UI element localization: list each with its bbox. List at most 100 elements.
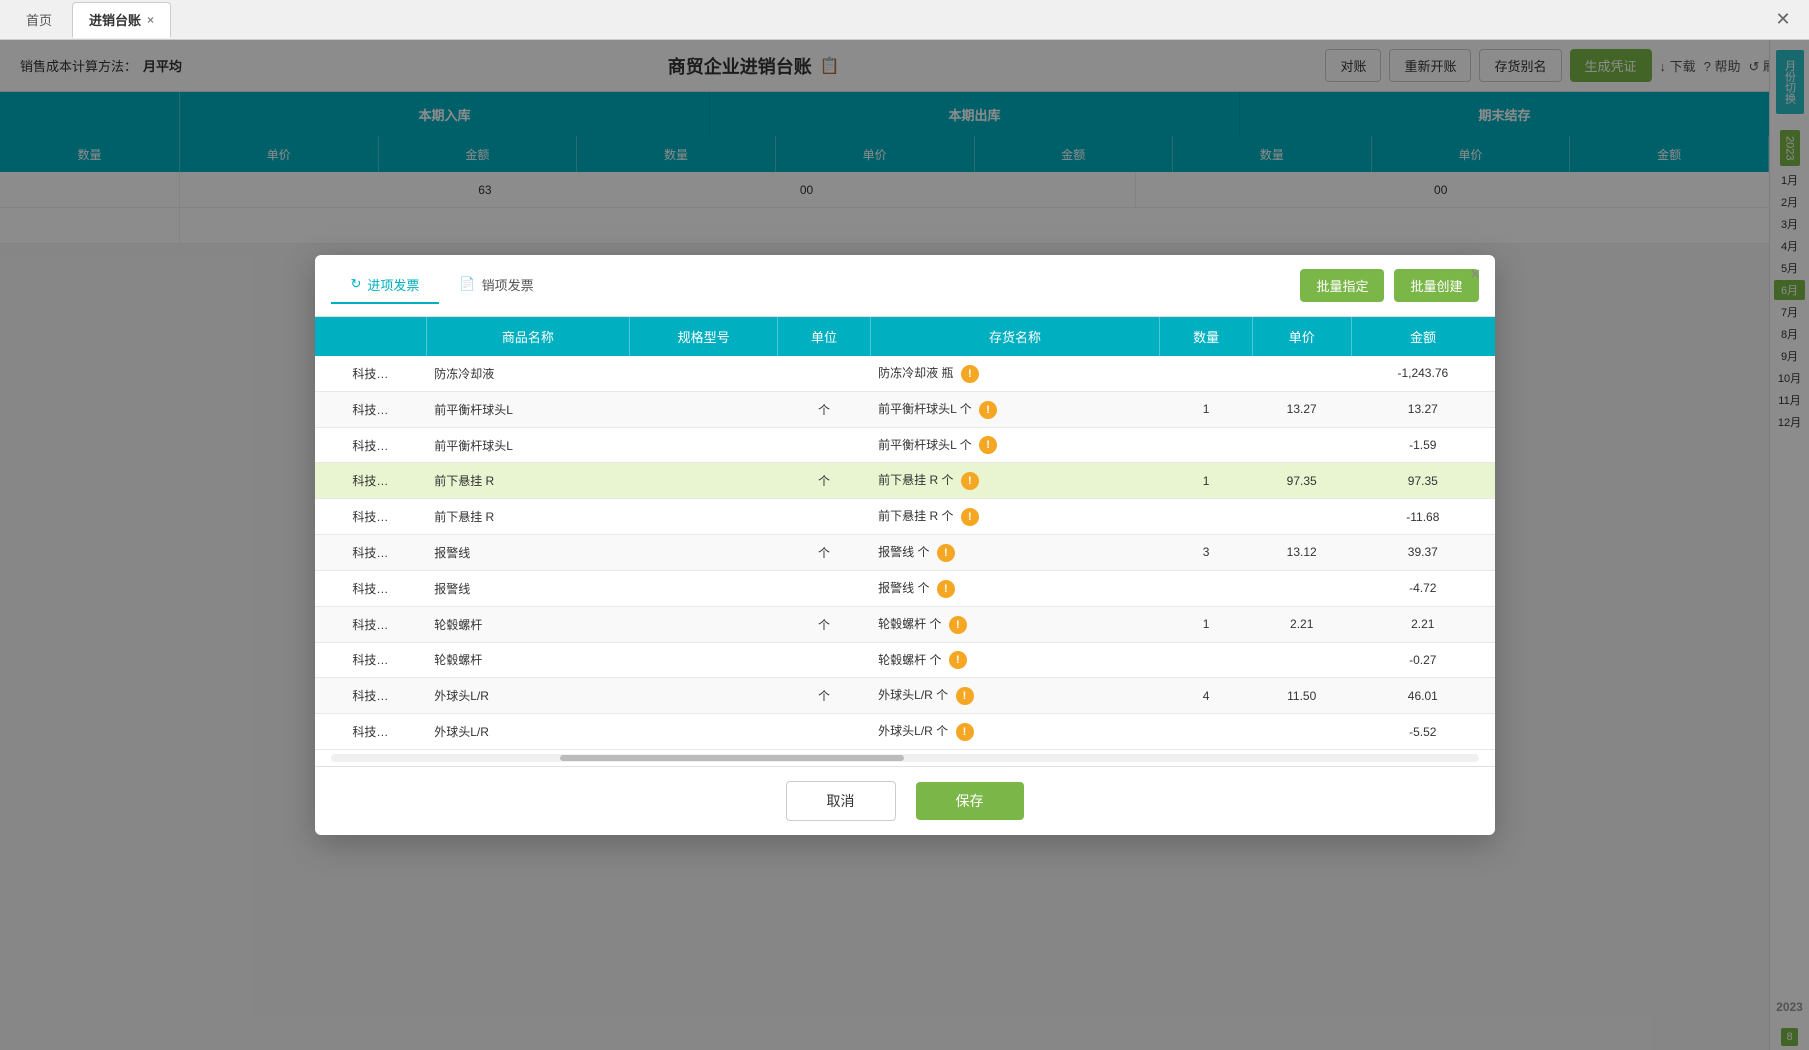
cell-amount: -1,243.76 <box>1351 356 1494 391</box>
window-close-button[interactable]: ✕ <box>1767 4 1799 36</box>
cell-product-name: 前下悬挂 R <box>426 499 629 535</box>
warning-icon: ! <box>979 436 997 454</box>
warning-icon: ! <box>949 616 967 634</box>
purchase-tab-icon: ↻ <box>351 276 362 292</box>
cell-amount: -5.52 <box>1351 714 1494 750</box>
table-row: 科技… 轮毂螺杆 个 轮毂螺杆 个 ! 1 2.21 2.21 <box>315 606 1495 642</box>
col-header-spec: 规格型号 <box>630 317 778 356</box>
cell-unit <box>778 714 870 750</box>
cell-company: 科技… <box>315 642 427 678</box>
cell-company: 科技… <box>315 427 427 463</box>
cell-product-name: 前平衡杆球头L <box>426 391 629 427</box>
tab-purchase-invoice[interactable]: ↻ 进项发票 <box>331 267 440 304</box>
cell-spec <box>630 642 778 678</box>
cancel-button[interactable]: 取消 <box>786 781 896 821</box>
cell-inventory-name: 前下悬挂 R 个 ! <box>870 463 1160 499</box>
warning-icon: ! <box>937 580 955 598</box>
cell-amount: -1.59 <box>1351 427 1494 463</box>
cell-company: 科技… <box>315 499 427 535</box>
dialog-header: ↻ 进项发票 📄 销项发票 批量指定 批量创建 × <box>315 255 1495 317</box>
cell-spec <box>630 535 778 571</box>
cell-unit-price <box>1252 570 1351 606</box>
cell-unit <box>778 642 870 678</box>
cell-product-name: 报警线 <box>426 570 629 606</box>
cell-inventory-name: 前下悬挂 R 个 ! <box>870 499 1160 535</box>
cell-company: 科技… <box>315 535 427 571</box>
batch-create-button[interactable]: 批量创建 <box>1394 269 1478 302</box>
sales-tab-icon: 📄 <box>459 276 475 292</box>
cell-amount: 39.37 <box>1351 535 1494 571</box>
table-row: 科技… 防冻冷却液 防冻冷却液 瓶 ! -1,243.76 <box>315 356 1495 391</box>
cell-qty: 1 <box>1160 391 1252 427</box>
scroll-hint[interactable] <box>331 754 1479 762</box>
warning-icon: ! <box>979 401 997 419</box>
cell-unit <box>778 570 870 606</box>
cell-product-name: 防冻冷却液 <box>426 356 629 391</box>
warning-icon: ! <box>956 687 974 705</box>
cell-unit <box>778 427 870 463</box>
cell-unit-price <box>1252 714 1351 750</box>
dialog: ↻ 进项发票 📄 销项发票 批量指定 批量创建 × <box>315 255 1495 835</box>
warning-icon: ! <box>961 365 979 383</box>
table-row: 科技… 报警线 报警线 个 ! -4.72 <box>315 570 1495 606</box>
col-header-unit-price: 单价 <box>1252 317 1351 356</box>
cell-unit-price: 13.27 <box>1252 391 1351 427</box>
cell-company: 科技… <box>315 356 427 391</box>
warning-icon: ! <box>956 723 974 741</box>
cell-unit: 个 <box>778 463 870 499</box>
table-row: 科技… 前下悬挂 R 个 前下悬挂 R 个 ! 1 97.35 97.35 <box>315 463 1495 499</box>
cell-unit-price: 2.21 <box>1252 606 1351 642</box>
cell-unit-price: 11.50 <box>1252 678 1351 714</box>
cell-product-name: 轮毂螺杆 <box>426 642 629 678</box>
main-area: 销售成本计算方法： 月平均 商贸企业进销台账 📋 对账 重新开账 存货别名 生成… <box>0 40 1809 1050</box>
cell-unit: 个 <box>778 678 870 714</box>
dialog-close-button[interactable]: × <box>1470 265 1481 283</box>
cell-product-name: 外球头L/R <box>426 678 629 714</box>
cell-inventory-name: 报警线 个 ! <box>870 535 1160 571</box>
cell-unit: 个 <box>778 606 870 642</box>
cell-spec <box>630 499 778 535</box>
cell-unit-price <box>1252 499 1351 535</box>
tab-home[interactable]: 首页 <box>10 2 68 38</box>
cell-product-name: 报警线 <box>426 535 629 571</box>
cell-amount: -11.68 <box>1351 499 1494 535</box>
cell-spec <box>630 678 778 714</box>
cell-product-name: 外球头L/R <box>426 714 629 750</box>
tab-close-icon[interactable]: × <box>147 13 154 27</box>
tab-ledger[interactable]: 进销台账 × <box>72 2 171 38</box>
cell-spec <box>630 714 778 750</box>
table-row: 科技… 前平衡杆球头L 个 前平衡杆球头L 个 ! 1 13.27 13.27 <box>315 391 1495 427</box>
dialog-table-container[interactable]: 商品名称 规格型号 单位 存货名称 数量 单价 金额 科技… 防冻冷却液 <box>315 317 1495 750</box>
table-row: 科技… 外球头L/R 个 外球头L/R 个 ! 4 11.50 46.01 <box>315 678 1495 714</box>
cell-product-name: 前平衡杆球头L <box>426 427 629 463</box>
warning-icon: ! <box>937 544 955 562</box>
cell-inventory-name: 外球头L/R 个 ! <box>870 714 1160 750</box>
col-header-inventory-name: 存货名称 <box>870 317 1160 356</box>
warning-icon: ! <box>949 651 967 669</box>
scroll-thumb <box>560 755 904 761</box>
table-row: 科技… 前下悬挂 R 前下悬挂 R 个 ! -11.68 <box>315 499 1495 535</box>
tab-sales-invoice[interactable]: 📄 销项发票 <box>439 267 553 304</box>
batch-assign-button[interactable]: 批量指定 <box>1300 269 1384 302</box>
cell-unit-price <box>1252 642 1351 678</box>
cell-qty: 1 <box>1160 463 1252 499</box>
cell-unit-price <box>1252 356 1351 391</box>
cell-amount: -0.27 <box>1351 642 1494 678</box>
cell-qty <box>1160 356 1252 391</box>
save-button[interactable]: 保存 <box>916 782 1024 820</box>
cell-company: 科技… <box>315 606 427 642</box>
cell-qty: 3 <box>1160 535 1252 571</box>
cell-qty <box>1160 499 1252 535</box>
cell-amount: -4.72 <box>1351 570 1494 606</box>
cell-spec <box>630 356 778 391</box>
cell-qty <box>1160 714 1252 750</box>
warning-icon: ! <box>961 508 979 526</box>
cell-inventory-name: 轮毂螺杆 个 ! <box>870 642 1160 678</box>
cell-unit: 个 <box>778 391 870 427</box>
cell-company: 科技… <box>315 678 427 714</box>
cell-product-name: 轮毂螺杆 <box>426 606 629 642</box>
cell-product-name: 前下悬挂 R <box>426 463 629 499</box>
cell-unit <box>778 499 870 535</box>
cell-unit <box>778 356 870 391</box>
cell-qty: 4 <box>1160 678 1252 714</box>
